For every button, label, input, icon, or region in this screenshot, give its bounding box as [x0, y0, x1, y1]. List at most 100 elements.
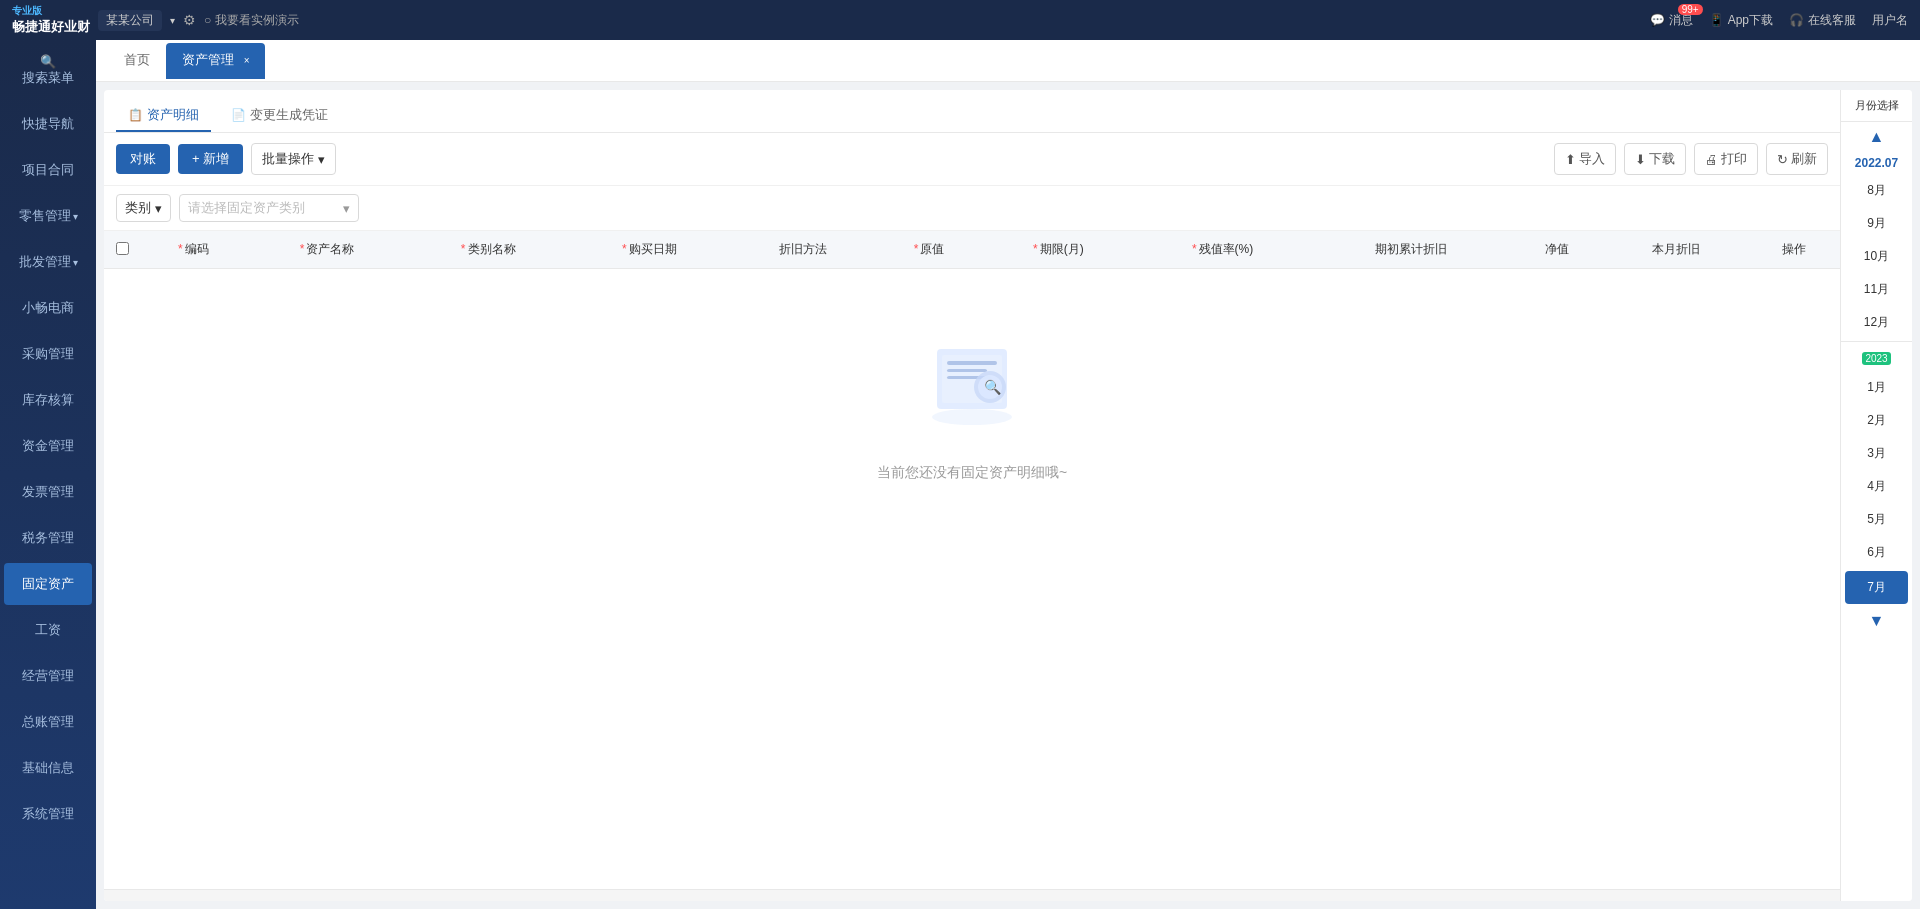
refresh-icon: ↻	[1777, 152, 1788, 167]
sub-tab-change-voucher[interactable]: 📄 变更生成凭证	[219, 100, 340, 132]
col-residual-rate: *残值率(%)	[1134, 231, 1310, 269]
month-nav: ▲	[1841, 122, 1912, 152]
sidebar-item-retail[interactable]: 零售管理 ▾	[4, 195, 92, 237]
col-code: *编码	[140, 231, 246, 269]
month-item[interactable]: 11月	[1841, 273, 1912, 306]
col-net-value: 净值	[1511, 231, 1602, 269]
app-download-button[interactable]: 📱 App下载	[1709, 12, 1773, 29]
sidebar-item-project[interactable]: 项目合同	[4, 149, 92, 191]
customer-service-button[interactable]: 🎧 在线客服	[1789, 12, 1856, 29]
top-bar-right: 💬 消息 99+ 📱 App下载 🎧 在线客服 用户名	[1650, 12, 1908, 29]
svg-text:🔍: 🔍	[984, 379, 1002, 396]
month-up-button[interactable]: ▲	[1865, 126, 1889, 148]
month-item[interactable]: 6月	[1841, 536, 1912, 569]
month-item[interactable]: 10月	[1841, 240, 1912, 273]
company-dropdown-arrow[interactable]: ▾	[170, 15, 175, 26]
month-down-button[interactable]: ▼	[1865, 610, 1889, 632]
empty-state: 🔍 当前您还没有固定资产明细哦~	[104, 269, 1840, 542]
month-item[interactable]: 1月	[1841, 371, 1912, 404]
month-item[interactable]: 2月	[1841, 404, 1912, 437]
sidebar-item-system[interactable]: 系统管理	[4, 793, 92, 835]
tab-bar: 首页 资产管理 ×	[96, 40, 1920, 82]
month-divider	[1841, 341, 1912, 342]
refresh-button[interactable]: ↻ 刷新	[1766, 143, 1828, 175]
sidebar-item-salary[interactable]: 工资	[4, 609, 92, 651]
app-logo: 专业版 畅捷通好业财	[12, 4, 90, 36]
col-monthly-depreciation: 本月折旧	[1603, 231, 1749, 269]
tab-home[interactable]: 首页	[108, 43, 166, 79]
reconcile-button[interactable]: 对账	[116, 144, 170, 174]
col-method: 折旧方法	[730, 231, 876, 269]
sidebar-item-operations[interactable]: 经营管理	[4, 655, 92, 697]
sidebar-item-wholesale[interactable]: 批发管理 ▾	[4, 241, 92, 283]
category-filter-label[interactable]: 类别 ▾	[116, 194, 171, 222]
category-filter-select[interactable]: 请选择固定资产类别 ▾	[179, 194, 359, 222]
svg-rect-3	[947, 361, 997, 365]
batch-button[interactable]: 批量操作 ▾	[251, 143, 336, 175]
sidebar-item-quicknav[interactable]: 快捷导航	[4, 103, 92, 145]
print-icon: 🖨	[1705, 152, 1718, 167]
month-item[interactable]: 3月	[1841, 437, 1912, 470]
search-icon: 🔍	[40, 54, 56, 69]
month-item[interactable]: 4月	[1841, 470, 1912, 503]
month-panel-title: 月份选择	[1841, 90, 1912, 122]
message-button[interactable]: 💬 消息 99+	[1650, 12, 1693, 29]
demo-button[interactable]: ○ 我要看实例演示	[204, 12, 299, 29]
sidebar-item-purchase[interactable]: 采购管理	[4, 333, 92, 375]
tab-close-icon[interactable]: ×	[244, 55, 250, 66]
sidebar-item-invoice[interactable]: 发票管理	[4, 471, 92, 513]
download-button[interactable]: ⬇ 下载	[1624, 143, 1686, 175]
sidebar-item-search[interactable]: 🔍 搜索菜单	[4, 42, 92, 99]
sidebar-item-ledger[interactable]: 总账管理	[4, 701, 92, 743]
month-item[interactable]: 7月	[1845, 571, 1908, 604]
empty-illustration: 🔍	[912, 329, 1032, 448]
empty-text: 当前您还没有固定资产明细哦~	[877, 464, 1067, 482]
col-accumulated-depreciation: 期初累计折旧	[1311, 231, 1512, 269]
month-nav-down: ▼	[1841, 606, 1912, 636]
month-item[interactable]: 8月	[1841, 174, 1912, 207]
change-voucher-icon: 📄	[231, 108, 246, 122]
main-panel: 📋 资产明细 📄 变更生成凭证 对账 + 新增 批量操作 ▾	[104, 90, 1840, 901]
col-category: *类别名称	[408, 231, 569, 269]
import-icon: ⬆	[1565, 152, 1576, 167]
content-area: 首页 资产管理 × 📋 资产明细 📄 变更生成凭证	[96, 40, 1920, 909]
category-select-arrow: ▾	[343, 201, 350, 216]
print-button[interactable]: 🖨 打印	[1694, 143, 1758, 175]
month-panel: 月份选择 ▲ 2022.07 8月9月10月11月12月 2023 1月2月3月…	[1840, 90, 1912, 901]
sidebar-item-ecommerce[interactable]: 小畅电商	[4, 287, 92, 329]
main-layout: 🔍 搜索菜单 快捷导航 项目合同 零售管理 ▾ 批发管理 ▾ 小畅电商 采购管理…	[0, 40, 1920, 909]
settings-icon[interactable]: ⚙	[183, 12, 196, 28]
add-button[interactable]: + 新增	[178, 144, 243, 174]
year-2023-badge: 2023	[1841, 344, 1912, 371]
sidebar-item-inventory[interactable]: 库存核算	[4, 379, 92, 421]
bottom-scrollbar[interactable]	[104, 889, 1840, 901]
asset-detail-icon: 📋	[128, 108, 143, 122]
sidebar-item-fixed-assets[interactable]: 固定资产	[4, 563, 92, 605]
sidebar-item-finance[interactable]: 资金管理	[4, 425, 92, 467]
col-purchase-date: *购买日期	[569, 231, 730, 269]
sidebar-item-tax[interactable]: 税务管理	[4, 517, 92, 559]
col-period: *期限(月)	[982, 231, 1134, 269]
sub-tab-asset-detail[interactable]: 📋 资产明细	[116, 100, 211, 132]
user-name[interactable]: 用户名	[1872, 12, 1908, 29]
retail-arrow-icon: ▾	[73, 211, 78, 222]
filter-row: 类别 ▾ 请选择固定资产类别 ▾	[104, 186, 1840, 231]
company-selector[interactable]: 某某公司	[98, 10, 162, 31]
sidebar-item-basic-info[interactable]: 基础信息	[4, 747, 92, 789]
batch-arrow-icon: ▾	[318, 152, 325, 167]
month-item[interactable]: 9月	[1841, 207, 1912, 240]
month-item[interactable]: 5月	[1841, 503, 1912, 536]
import-button[interactable]: ⬆ 导入	[1554, 143, 1616, 175]
svg-point-0	[932, 409, 1012, 425]
asset-table: *编码 *资产名称 *类别名称 *购买日期 折旧方法 *原值 *期限(月) *残…	[104, 231, 1840, 889]
top-bar-left: 专业版 畅捷通好业财 某某公司 ▾ ⚙ ○ 我要看实例演示	[12, 4, 299, 36]
sub-tab-bar: 📋 资产明细 📄 变更生成凭证	[104, 90, 1840, 133]
wholesale-arrow-icon: ▾	[73, 257, 78, 268]
filter-label-arrow: ▾	[155, 201, 162, 216]
current-year-month: 2022.07	[1841, 152, 1912, 174]
sidebar: 🔍 搜索菜单 快捷导航 项目合同 零售管理 ▾ 批发管理 ▾ 小畅电商 采购管理…	[0, 40, 96, 909]
tab-asset-management[interactable]: 资产管理 ×	[166, 43, 265, 79]
select-all-checkbox[interactable]	[116, 242, 129, 255]
toolbar: 对账 + 新增 批量操作 ▾ ⬆ 导入 ⬇ 下载	[104, 133, 1840, 186]
month-item[interactable]: 12月	[1841, 306, 1912, 339]
